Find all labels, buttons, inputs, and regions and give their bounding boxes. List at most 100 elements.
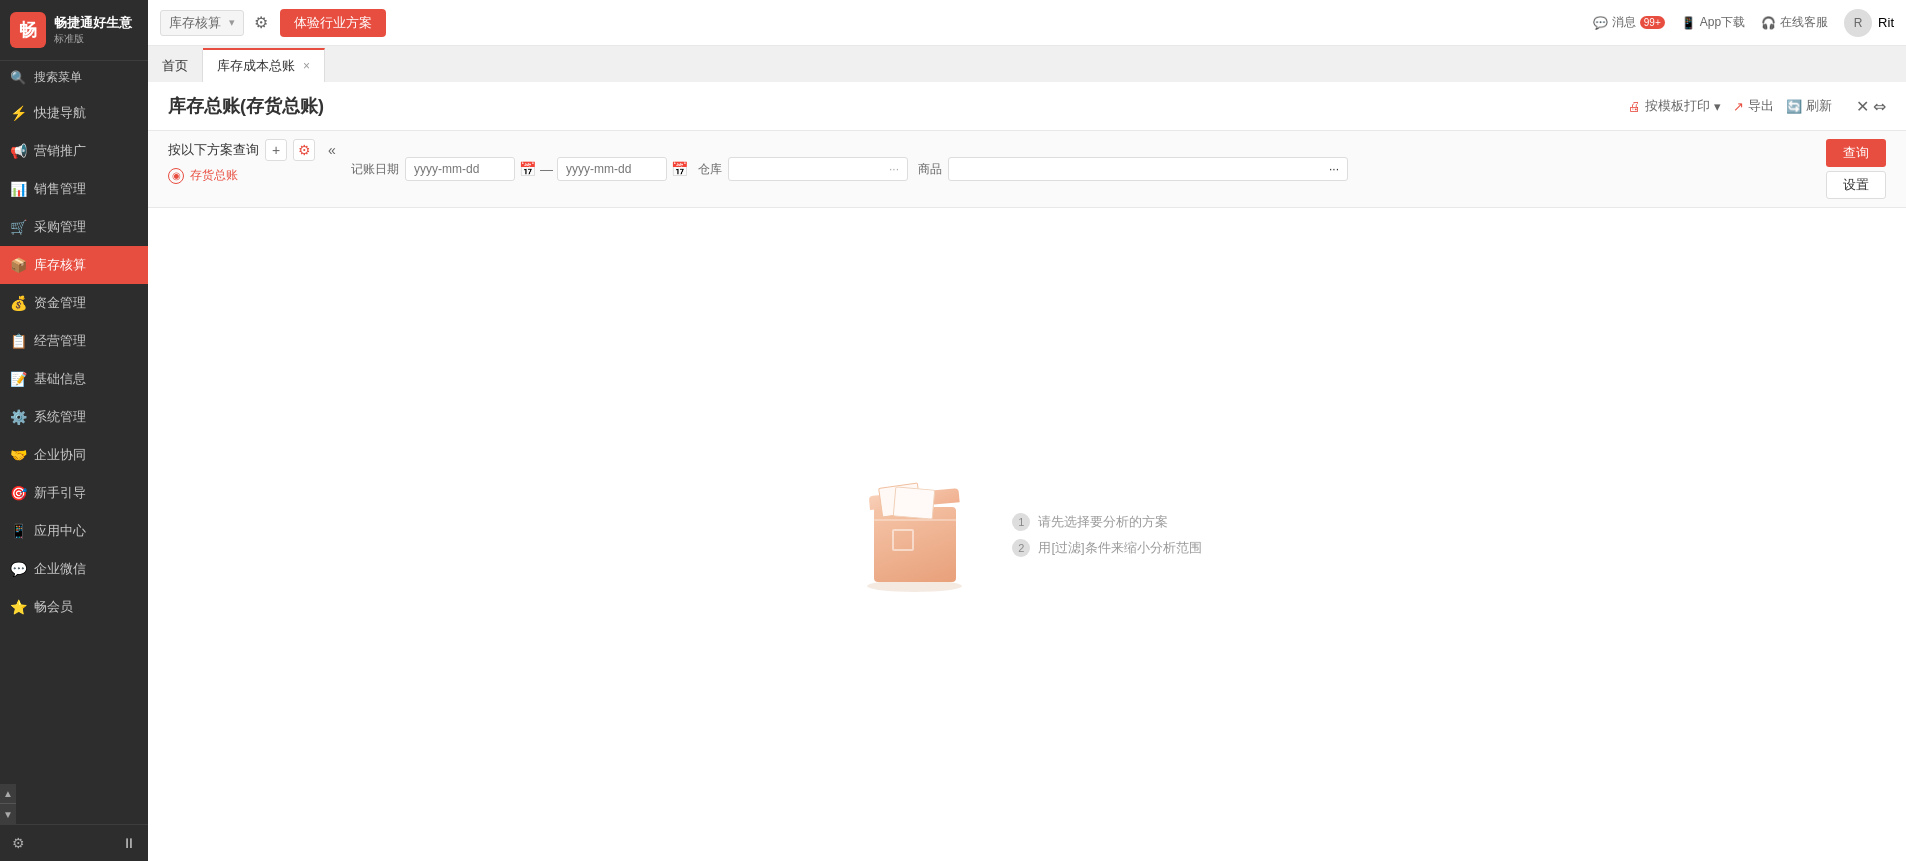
sidebar-item-inventory[interactable]: 📦 库存核算 [0, 246, 148, 284]
tab-close-icon[interactable]: × [303, 59, 310, 73]
settings-btn[interactable]: 设置 [1826, 171, 1886, 199]
tab-home[interactable]: 首页 [148, 50, 203, 82]
breadcrumb[interactable]: 库存核算 ▾ [160, 10, 244, 36]
goods-select[interactable]: ··· [948, 157, 1348, 181]
calendar-start-icon[interactable]: 📅 [519, 161, 536, 177]
sidebar-item-basic-info[interactable]: 📝 基础信息 [0, 360, 148, 398]
date-end-input[interactable] [557, 157, 667, 181]
query-btn[interactable]: 查询 [1826, 139, 1886, 167]
date-field-label: 记账日期 [351, 161, 399, 178]
audio-icon[interactable]: ⏸ [122, 835, 136, 851]
industry-btn[interactable]: 体验行业方案 [280, 9, 386, 37]
refresh-label: 刷新 [1806, 97, 1832, 115]
page-header: 库存总账(存货总账) 🖨 按模板打印 ▾ ↗ 导出 🔄 刷新 ✕ [148, 82, 1906, 131]
sidebar-item-label: 企业协同 [34, 446, 86, 464]
illustration-box-detail [892, 529, 914, 551]
sidebar-item-system[interactable]: ⚙️ 系统管理 [0, 398, 148, 436]
page-content: 库存总账(存货总账) 🖨 按模板打印 ▾ ↗ 导出 🔄 刷新 ✕ [148, 82, 1906, 861]
hint-1-number: 1 [1012, 513, 1030, 531]
calendar-end-icon[interactable]: 📅 [671, 161, 688, 177]
sidebar-item-label: 库存核算 [34, 256, 86, 274]
search-icon: 🔍 [10, 70, 26, 85]
tab-inventory-ledger[interactable]: 库存成本总账 × [203, 48, 325, 82]
export-btn[interactable]: ↗ 导出 [1733, 97, 1774, 115]
phone-icon: 📱 [1681, 16, 1696, 30]
app-logo-icon: 畅 [10, 12, 46, 48]
nav-icon-basic-info: 📝 [10, 371, 26, 387]
warehouse-select[interactable]: ··· [728, 157, 908, 181]
sidebar-scroll-up[interactable]: ▲ [0, 784, 16, 804]
print-icon: 🖨 [1628, 99, 1641, 114]
nav-icon-enterprise-wechat: 💬 [10, 561, 26, 577]
warehouse-filter-field: 仓库 ··· [698, 157, 908, 181]
user-profile[interactable]: R Rit [1844, 9, 1894, 37]
filter-settings-btn[interactable]: ⚙ [293, 139, 315, 161]
sidebar-item-label: 系统管理 [34, 408, 86, 426]
filter-label: 按以下方案查询 [168, 141, 259, 159]
scheme-item-icon: ◉ [168, 168, 184, 184]
empty-hint-2: 2 用[过滤]条件来缩小分析范围 [1012, 539, 1201, 557]
nav-icon-member: ⭐ [10, 599, 26, 615]
sidebar-item-cooperation[interactable]: 🤝 企业协同 [0, 436, 148, 474]
scheme-item-inventory[interactable]: ◉ 存货总账 [168, 167, 343, 184]
panel-resize-icon[interactable]: ⇔ [1873, 97, 1886, 116]
username: Rit [1878, 15, 1894, 30]
print-dropdown-icon: ▾ [1714, 99, 1721, 114]
empty-state: 1 请先选择要分析的方案 2 用[过滤]条件来缩小分析范围 [148, 208, 1906, 861]
messages-action[interactable]: 💬 消息 99+ [1593, 14, 1665, 31]
avatar: R [1844, 9, 1872, 37]
filter-add-btn[interactable]: + [265, 139, 287, 161]
empty-text: 1 请先选择要分析的方案 2 用[过滤]条件来缩小分析范围 [1012, 513, 1201, 557]
topbar-right: 💬 消息 99+ 📱 App下载 🎧 在线客服 R Rit [1593, 9, 1894, 37]
nav-icon-system: ⚙️ [10, 409, 26, 425]
sidebar-item-member[interactable]: ⭐ 畅会员 [0, 588, 148, 626]
refresh-btn[interactable]: 🔄 刷新 [1786, 97, 1832, 115]
sidebar-search[interactable]: 🔍 搜索菜单 [0, 61, 148, 94]
nav-icon-marketing: 📢 [10, 143, 26, 159]
date-start-input[interactable] [405, 157, 515, 181]
chevron-down-icon: ▾ [229, 16, 235, 29]
scheme-item-label: 存货总账 [190, 167, 238, 184]
app-download-action[interactable]: 📱 App下载 [1681, 14, 1745, 31]
settings-icon[interactable]: ⚙ [12, 835, 25, 851]
page-title: 库存总账(存货总账) [168, 94, 324, 118]
sidebar-item-label: 新手引导 [34, 484, 86, 502]
sidebar-item-finance[interactable]: 💰 资金管理 [0, 284, 148, 322]
nav-icon-sales: 📊 [10, 181, 26, 197]
app-subtitle: 标准版 [54, 32, 132, 45]
sidebar-item-quick-nav[interactable]: ⚡ 快捷导航 [0, 94, 148, 132]
hint-2-text: 用[过滤]条件来缩小分析范围 [1038, 539, 1201, 557]
tab-inventory-label: 库存成本总账 [217, 57, 295, 75]
avatar-initial: R [1854, 16, 1863, 30]
topbar-gear-icon[interactable]: ⚙ [254, 13, 268, 32]
sidebar-item-sales[interactable]: 📊 销售管理 [0, 170, 148, 208]
sidebar-item-purchase[interactable]: 🛒 采购管理 [0, 208, 148, 246]
sidebar-logo: 畅 畅捷通好生意 标准版 [0, 0, 148, 61]
sidebar-item-label: 快捷导航 [34, 104, 86, 122]
nav-icon-operations: 📋 [10, 333, 26, 349]
more-icon: ··· [889, 162, 899, 176]
sidebar-item-operations[interactable]: 📋 经营管理 [0, 322, 148, 360]
filter-collapse-btn[interactable]: « [321, 139, 343, 161]
print-label: 按模板打印 [1645, 97, 1710, 115]
scheme-section: 按以下方案查询 + ⚙ « ◉ 存货总账 [168, 139, 343, 184]
sidebar-item-label: 营销推广 [34, 142, 86, 160]
date-filter-field: 记账日期 📅 — 📅 [351, 157, 688, 181]
sidebar-item-marketing[interactable]: 📢 营销推广 [0, 132, 148, 170]
filter-inputs-area: 记账日期 📅 — 📅 仓库 [351, 139, 1886, 199]
sidebar-item-enterprise-wechat[interactable]: 💬 企业微信 [0, 550, 148, 588]
sidebar-scroll-down[interactable]: ▼ [0, 804, 16, 824]
tabbar: 首页 库存成本总账 × [148, 46, 1906, 82]
nav-icon-purchase: 🛒 [10, 219, 26, 235]
nav-icon-guide: 🎯 [10, 485, 26, 501]
topbar: 库存核算 ▾ ⚙ 体验行业方案 💬 消息 99+ 📱 App下载 🎧 在线客服 [148, 0, 1906, 46]
sidebar-item-app-center[interactable]: 📱 应用中心 [0, 512, 148, 550]
sidebar-item-guide[interactable]: 🎯 新手引导 [0, 474, 148, 512]
print-btn[interactable]: 🖨 按模板打印 ▾ [1628, 97, 1721, 115]
warehouse-field-label: 仓库 [698, 161, 722, 178]
sidebar-item-label: 畅会员 [34, 598, 73, 616]
online-support-action[interactable]: 🎧 在线客服 [1761, 14, 1828, 31]
panel-close-btn[interactable]: ✕ [1856, 97, 1869, 116]
empty-illustration [852, 470, 982, 600]
message-badge: 99+ [1640, 16, 1665, 29]
